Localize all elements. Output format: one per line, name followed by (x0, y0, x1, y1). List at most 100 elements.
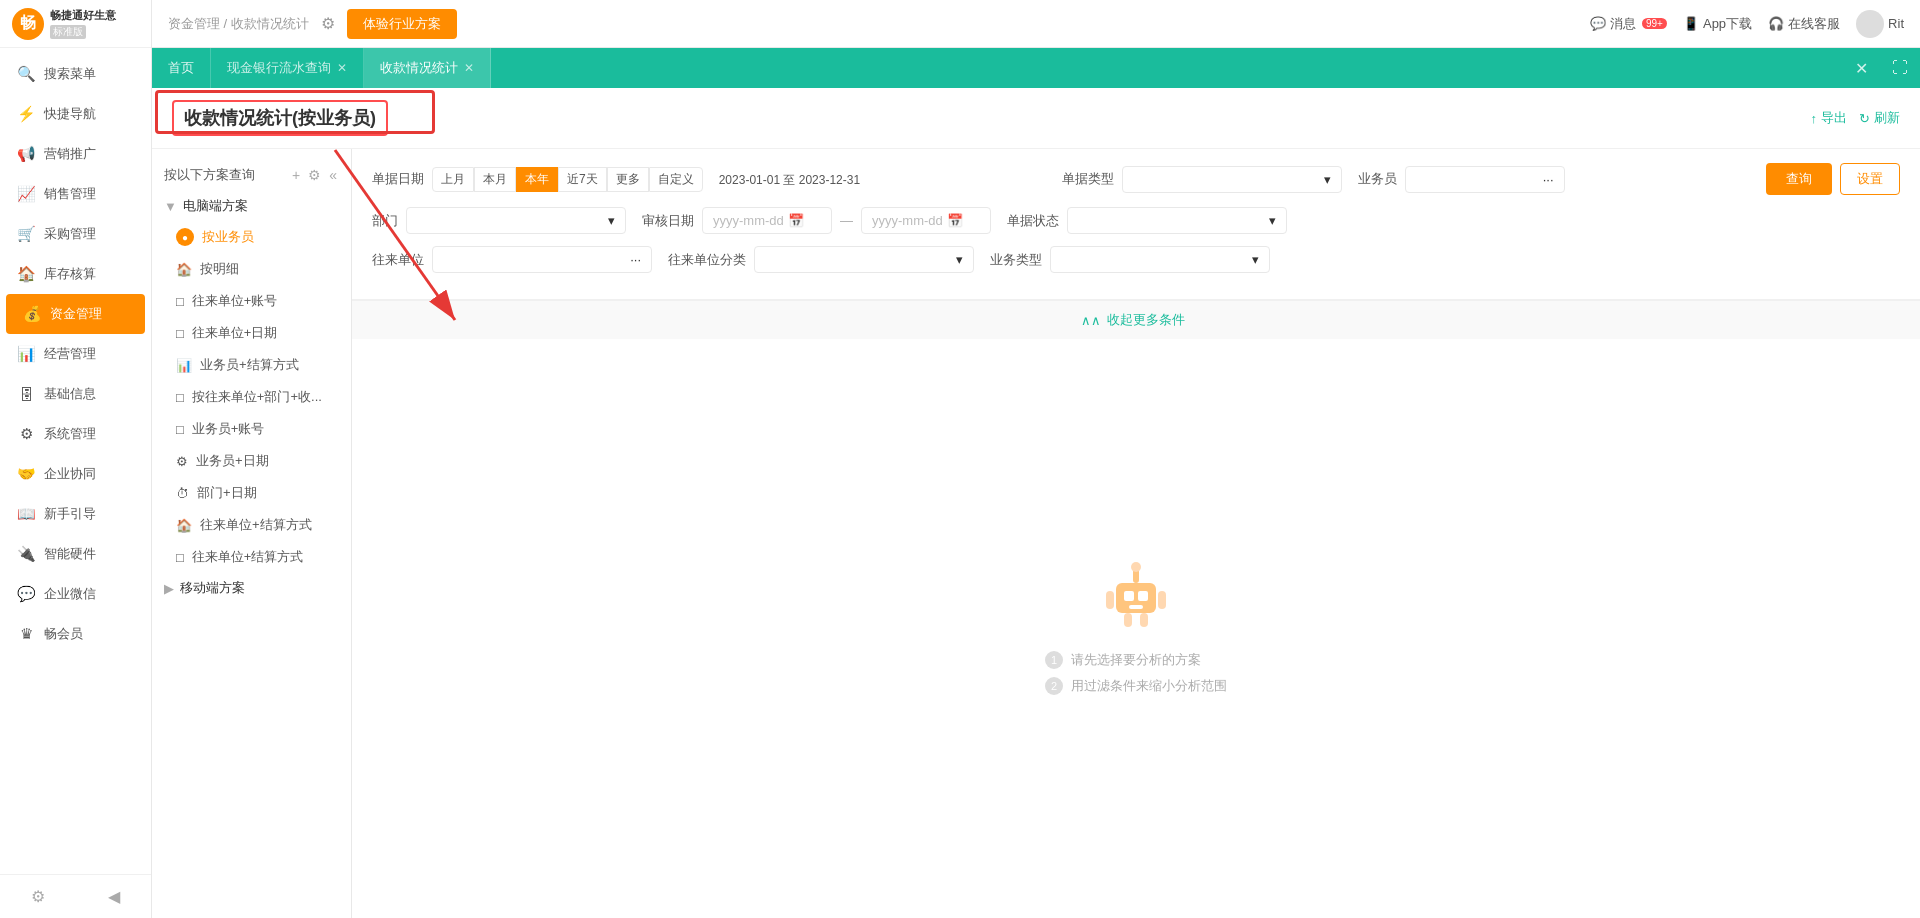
sidebar-item-guide[interactable]: 📖 新手引导 (0, 494, 151, 534)
date-tab-this-month[interactable]: 本月 (474, 167, 516, 192)
sidebar-item-cooperation[interactable]: 🤝 企业协同 (0, 454, 151, 494)
tree-item-by-unit-account[interactable]: □ 往来单位+账号 (152, 285, 351, 317)
app-download-btn[interactable]: 📱 App下载 (1683, 15, 1752, 33)
tree-group-desktop[interactable]: ▼ 电脑端方案 (152, 191, 351, 221)
tab-bank-flow-close[interactable]: ✕ (337, 61, 347, 75)
sidebar-item-label: 智能硬件 (44, 545, 96, 563)
audit-date-from[interactable]: yyyy-mm-dd 📅 (702, 207, 832, 234)
message-icon: 💬 (1590, 16, 1606, 31)
doc-status-select[interactable]: ▾ (1067, 207, 1287, 234)
biz-type-select[interactable]: ▾ (1050, 246, 1270, 273)
sidebar-item-label: 搜索菜单 (44, 65, 96, 83)
sidebar-item-wechat[interactable]: 💬 企业微信 (0, 574, 151, 614)
message-btn[interactable]: 💬 消息 99+ (1590, 15, 1667, 33)
filter-item-biz-type: 业务类型 ▾ (990, 246, 1270, 273)
sidebar-item-member[interactable]: ♛ 畅会员 (0, 614, 151, 654)
tab-bank-flow[interactable]: 现金银行流水查询 ✕ (211, 48, 364, 88)
audit-date-from-value: yyyy-mm-dd (713, 213, 784, 228)
date-tab-this-year[interactable]: 本年 (516, 167, 558, 192)
sidebar-item-hardware[interactable]: 🔌 智能硬件 (0, 534, 151, 574)
tree-item-by-salesperson[interactable]: ● 按业务员 (152, 221, 351, 253)
date-tab-last-month[interactable]: 上月 (432, 167, 474, 192)
tab-fullscreen-icon[interactable]: ⛶ (1880, 59, 1920, 77)
doc-type-label: 单据类型 (1062, 170, 1114, 188)
empty-area: 1 请先选择要分析的方案 2 用过滤条件来缩小分析范围 (352, 339, 1920, 918)
tab-home[interactable]: 首页 (152, 48, 211, 88)
tab-collect-stats-close[interactable]: ✕ (464, 61, 474, 75)
date-tab-7days[interactable]: 近7天 (558, 167, 607, 192)
sidebar-item-finance[interactable]: 💰 资金管理 (6, 294, 145, 334)
service-label: 在线客服 (1788, 15, 1840, 33)
sidebar-item-sales[interactable]: 📈 销售管理 (0, 174, 151, 214)
logo-icon: 畅 (12, 8, 44, 40)
tabbar-right: ✕ ⛶ (1843, 48, 1920, 88)
salesperson-select[interactable]: ··· (1405, 166, 1565, 193)
date-range-display: 2023-01-01 至 2023-12-31 (719, 172, 860, 189)
tree-item-by-unit-settle1[interactable]: 🏠 往来单位+结算方式 (152, 509, 351, 541)
tab-collect-stats[interactable]: 收款情况统计 ✕ (364, 48, 491, 88)
tab-bank-flow-label: 现金银行流水查询 (227, 59, 331, 77)
svg-rect-7 (1158, 591, 1166, 609)
sidebar-item-basic[interactable]: 🗄 基础信息 (0, 374, 151, 414)
query-btn[interactable]: 查询 (1766, 163, 1832, 195)
tree-item-by-sp-account[interactable]: □ 业务员+账号 (152, 413, 351, 445)
service-btn[interactable]: 🎧 在线客服 (1768, 15, 1840, 33)
user-avatar[interactable]: Rit (1856, 10, 1904, 38)
collapse-panel-icon[interactable]: « (327, 165, 339, 185)
export-btn[interactable]: ↑ 导出 (1811, 109, 1848, 127)
tree-item-by-sp-settle[interactable]: 📊 业务员+结算方式 (152, 349, 351, 381)
settings-bottom-icon[interactable]: ⚙ (23, 883, 53, 910)
sidebar-item-purchase[interactable]: 🛒 采购管理 (0, 214, 151, 254)
tree-item-by-sp-date[interactable]: ⚙ 业务员+日期 (152, 445, 351, 477)
tree-group-mobile[interactable]: ▶ 移动端方案 (152, 573, 351, 603)
filter-item-counterpart-classify: 往来单位分类 ▾ (668, 246, 974, 273)
avatar-image (1856, 10, 1884, 38)
sidebar-item-system[interactable]: ⚙ 系统管理 (0, 414, 151, 454)
trial-btn[interactable]: 体验行业方案 (347, 9, 457, 39)
member-icon: ♛ (16, 624, 36, 644)
tree-item-icon: ⏱ (176, 486, 189, 501)
user-name: Rit (1888, 16, 1904, 31)
collapse-filter-btn[interactable]: ∧∧ 收起更多条件 (352, 300, 1920, 339)
sidebar-item-quick-nav[interactable]: ⚡ 快捷导航 (0, 94, 151, 134)
tab-close-all-icon[interactable]: ✕ (1843, 59, 1880, 78)
logo-tag: 标准版 (50, 25, 86, 39)
tree-item-by-dept-date[interactable]: ⏱ 部门+日期 (152, 477, 351, 509)
audit-date-to[interactable]: yyyy-mm-dd 📅 (861, 207, 991, 234)
search-menu-icon: 🔍 (16, 64, 36, 84)
doc-type-select[interactable]: ▾ (1122, 166, 1342, 193)
tree-item-label: 按明细 (200, 260, 239, 278)
counterpart-classify-select[interactable]: ▾ (754, 246, 974, 273)
counterpart-select[interactable]: ··· (432, 246, 652, 273)
tree-group-mobile-label: 移动端方案 (180, 579, 245, 597)
refresh-btn[interactable]: ↻ 刷新 (1859, 109, 1900, 127)
add-scheme-icon[interactable]: + (290, 165, 302, 185)
sidebar-item-marketing[interactable]: 📢 营销推广 (0, 134, 151, 174)
dept-select[interactable]: ▾ (406, 207, 626, 234)
collapse-sidebar-icon[interactable]: ◀ (100, 883, 128, 910)
topbar-gear-icon[interactable]: ⚙ (321, 14, 335, 33)
tree-item-by-detail[interactable]: 🏠 按明细 (152, 253, 351, 285)
sidebar-item-label: 新手引导 (44, 505, 96, 523)
tree-collapse-icon: ▶ (164, 581, 174, 596)
sidebar-item-label: 畅会员 (44, 625, 83, 643)
filter-row-counterpart: 往来单位 ··· 往来单位分类 ▾ (372, 246, 1900, 273)
setting-scheme-icon[interactable]: ⚙ (306, 165, 323, 185)
tree-section: ▼ 电脑端方案 ● 按业务员 🏠 按明细 □ 往来单位+账号 (152, 191, 351, 603)
tree-item-by-unit-dept-collect[interactable]: □ 按往来单位+部门+收... (152, 381, 351, 413)
sidebar-item-inventory[interactable]: 🏠 库存核算 (0, 254, 151, 294)
date-tab-more[interactable]: 更多 (607, 167, 649, 192)
tree-item-by-unit-settle2[interactable]: □ 往来单位+结算方式 (152, 541, 351, 573)
tree-item-by-unit-date[interactable]: □ 往来单位+日期 (152, 317, 351, 349)
date-tab-custom[interactable]: 自定义 (649, 167, 703, 192)
panel-header-label: 按以下方案查询 (164, 166, 290, 184)
calendar-icon[interactable]: 📅 (788, 213, 804, 228)
sidebar-item-operation[interactable]: 📊 经营管理 (0, 334, 151, 374)
audit-date-label: 审核日期 (642, 212, 694, 230)
sidebar-item-search[interactable]: 🔍 搜索菜单 (0, 54, 151, 94)
sidebar: 畅 畅捷通好生意 标准版 🔍 搜索菜单 ⚡ 快捷导航 📢 营销推广 📈 销售管理… (0, 0, 152, 918)
guide-icon: 📖 (16, 504, 36, 524)
svg-rect-1 (1124, 591, 1134, 601)
set-btn[interactable]: 设置 (1840, 163, 1900, 195)
calendar-icon-2[interactable]: 📅 (947, 213, 963, 228)
